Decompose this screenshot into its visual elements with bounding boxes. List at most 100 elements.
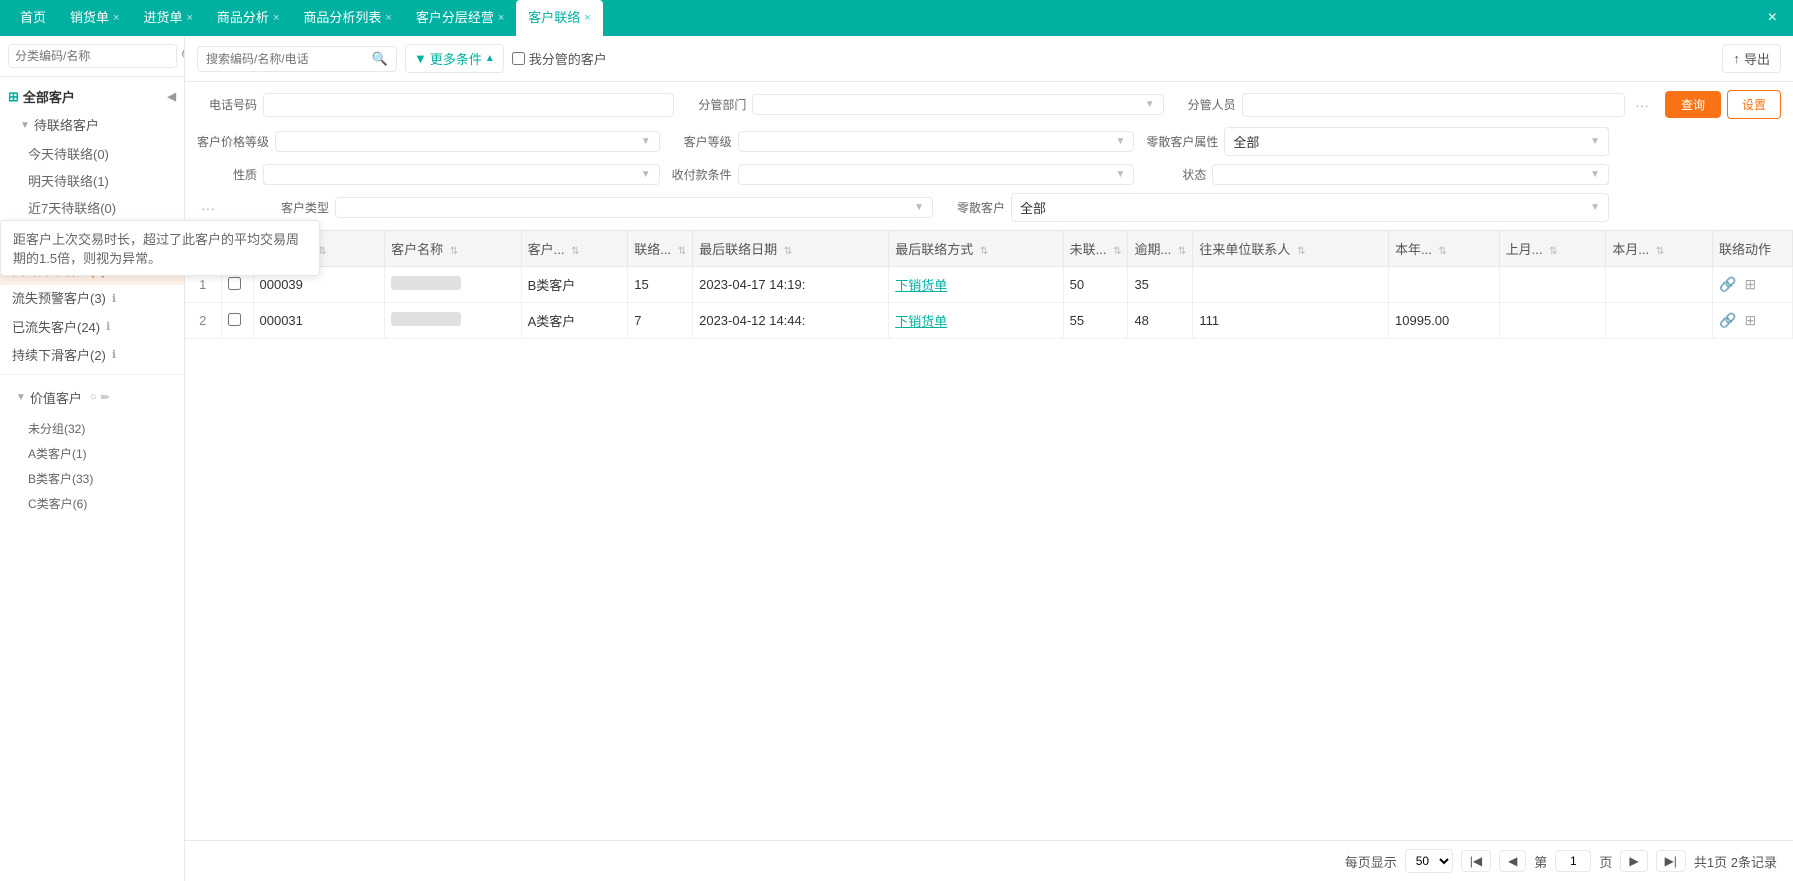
name-col-header: 客户名称 ⇅ bbox=[385, 231, 521, 267]
retail-customer-label: 零散客户 bbox=[945, 199, 1005, 216]
sidebar-item-tomorrow[interactable]: 明天待联络(1) bbox=[0, 167, 184, 194]
contact-count-sort-icon[interactable]: ⇅ bbox=[678, 246, 686, 257]
person-label: 分管人员 bbox=[1176, 96, 1236, 113]
dept-select[interactable]: ▼ bbox=[752, 94, 1163, 115]
overdue-sort-icon[interactable]: ⇅ bbox=[1178, 246, 1186, 257]
per-page-select[interactable]: 50 bbox=[1405, 849, 1453, 873]
nav-item-customer-contact[interactable]: 客户联络 × bbox=[516, 0, 602, 36]
retail-attr-select[interactable]: 全部 ▼ bbox=[1224, 127, 1609, 156]
sidebar-item-class-b[interactable]: B类客户(33) bbox=[0, 466, 184, 491]
filter-icon: ▼ bbox=[414, 51, 427, 66]
sidebar-item-class-c[interactable]: C类客户(6) bbox=[0, 491, 184, 516]
row1-action-icons: 🔗 ⊞ bbox=[1719, 276, 1786, 293]
sidebar-item-declining[interactable]: 持续下滑客户(2) ℹ bbox=[0, 342, 184, 370]
first-page-button[interactable]: |◀ bbox=[1461, 850, 1491, 872]
this-month-sort-icon[interactable]: ⇅ bbox=[1656, 246, 1664, 257]
search-input[interactable] bbox=[206, 52, 368, 66]
nav-customer-contact-close[interactable]: × bbox=[584, 0, 590, 36]
last-page-button[interactable]: ▶| bbox=[1656, 850, 1686, 872]
this-year-sort-icon[interactable]: ⇅ bbox=[1439, 246, 1447, 257]
query-button[interactable]: 查询 bbox=[1665, 91, 1721, 118]
row1-grid-icon[interactable]: ⊞ bbox=[1744, 276, 1756, 293]
sidebar-item-pending-contact[interactable]: ▼ 待联络客户 bbox=[0, 112, 184, 140]
contact-person-col-header: 往来单位联系人 ⇅ bbox=[1193, 231, 1389, 267]
customer-type-select[interactable]: ▼ bbox=[335, 197, 933, 218]
nav-customer-tier-close[interactable]: × bbox=[498, 0, 504, 36]
nav-item-purchase[interactable]: 进货单 × bbox=[131, 0, 204, 36]
sidebar-item-churn-warning[interactable]: 流失预警客户(3) ℹ bbox=[0, 285, 184, 313]
payment-arrow: ▼ bbox=[1115, 169, 1125, 180]
settings-button[interactable]: 设置 bbox=[1727, 90, 1781, 119]
phone-input[interactable] bbox=[263, 93, 674, 117]
sidebar-search-input[interactable] bbox=[8, 44, 177, 68]
next-page-button[interactable]: ▶ bbox=[1620, 850, 1647, 872]
sidebar-item-7days[interactable]: 近7天待联络(0) bbox=[0, 194, 184, 221]
extra-dots-field: ··· bbox=[197, 200, 257, 216]
row2-last-date: 2023-04-12 14:44: bbox=[693, 303, 889, 339]
contact-person-sort-icon[interactable]: ⇅ bbox=[1297, 246, 1305, 257]
search-icon[interactable]: 🔍 bbox=[372, 51, 388, 67]
window-close-button[interactable]: × bbox=[1760, 9, 1785, 27]
tomorrow-label: 明天待联络(1) bbox=[28, 174, 109, 189]
row2-last-method-link[interactable]: 下销货单 bbox=[895, 314, 947, 329]
nav-sales-close[interactable]: × bbox=[113, 0, 119, 36]
status-select[interactable]: ▼ bbox=[1212, 164, 1609, 185]
sidebar-item-churned[interactable]: 已流失客户(24) ℹ bbox=[0, 314, 184, 342]
customer-grade-select[interactable]: ▼ bbox=[738, 131, 1135, 152]
value-group-header[interactable]: ▼ 价值客户 ○ ✏ bbox=[12, 383, 176, 412]
nature-label: 性质 bbox=[197, 166, 257, 183]
row2-last-month bbox=[1499, 303, 1606, 339]
nav-product-analysis-close[interactable]: × bbox=[273, 0, 279, 36]
row1-select-checkbox[interactable] bbox=[228, 277, 241, 290]
extra-dots[interactable]: ··· bbox=[197, 200, 219, 216]
last-date-sort-icon[interactable]: ⇅ bbox=[784, 246, 792, 257]
row2-grid-icon[interactable]: ⊞ bbox=[1744, 312, 1756, 329]
dept-field: 分管部门 ▼ bbox=[686, 94, 1163, 115]
nature-select[interactable]: ▼ bbox=[263, 164, 660, 185]
retail-customer-select[interactable]: 全部 ▼ bbox=[1011, 193, 1609, 222]
nav-item-customer-tier[interactable]: 客户分层经营 × bbox=[404, 0, 516, 36]
sidebar-collapse-icon[interactable]: ◀ bbox=[168, 90, 176, 103]
action-col-header: 联络动作 bbox=[1713, 231, 1793, 267]
more-conditions-btn[interactable]: ▼ 更多条件 ▲ bbox=[405, 44, 504, 73]
export-button[interactable]: ↑ 导出 bbox=[1722, 44, 1781, 73]
contact-count-col-label: 联络... bbox=[634, 242, 671, 257]
no-contact-sort-icon[interactable]: ⇅ bbox=[1113, 246, 1121, 257]
price-grade-arrow: ▼ bbox=[641, 136, 651, 147]
name-sort-icon[interactable]: ⇅ bbox=[450, 246, 458, 257]
my-customers-checkbox-label[interactable]: 我分管的客户 bbox=[512, 49, 607, 68]
row1-this-month bbox=[1606, 267, 1713, 303]
table-footer: 每页显示 50 |◀ ◀ 第 页 ▶ ▶| 共1页 2条记录 bbox=[185, 840, 1793, 881]
all-customers-label: 全部客户 bbox=[23, 87, 75, 106]
type-sort-icon[interactable]: ⇅ bbox=[571, 246, 579, 257]
row2-contact-person: 111 bbox=[1193, 303, 1389, 339]
price-grade-select[interactable]: ▼ bbox=[275, 131, 660, 152]
edit-icon[interactable]: ○ bbox=[90, 391, 97, 403]
sidebar-item-ungrouped[interactable]: 未分组(32) bbox=[0, 416, 184, 441]
last-month-sort-icon[interactable]: ⇅ bbox=[1549, 246, 1557, 257]
row1-link-icon[interactable]: 🔗 bbox=[1719, 276, 1736, 293]
nav-purchase-close[interactable]: × bbox=[186, 0, 192, 36]
all-customers-header[interactable]: ⊞ 全部客户 ◀ bbox=[0, 81, 184, 112]
last-method-sort-icon[interactable]: ⇅ bbox=[980, 246, 988, 257]
row2-select-checkbox[interactable] bbox=[228, 313, 241, 326]
sidebar-item-today[interactable]: 今天待联络(0) bbox=[0, 140, 184, 167]
nav-product-list-close[interactable]: × bbox=[385, 0, 391, 36]
person-dots[interactable]: ··· bbox=[1631, 97, 1653, 113]
sidebar-divider-2 bbox=[0, 374, 184, 375]
nav-item-product-list[interactable]: 商品分析列表 × bbox=[291, 0, 403, 36]
payment-select[interactable]: ▼ bbox=[738, 164, 1135, 185]
status-label: 状态 bbox=[1146, 166, 1206, 183]
nav-item-home[interactable]: 首页 bbox=[8, 0, 58, 36]
prev-page-button[interactable]: ◀ bbox=[1499, 850, 1526, 872]
edit-pen-icon[interactable]: ✏ bbox=[101, 391, 110, 404]
row1-last-method-link[interactable]: 下销货单 bbox=[895, 278, 947, 293]
filter-row-4: ··· 客户类型 ▼ 零散客户 全部 ▼ bbox=[197, 193, 1781, 222]
person-input[interactable] bbox=[1242, 93, 1625, 117]
row2-link-icon[interactable]: 🔗 bbox=[1719, 312, 1736, 329]
page-number-input[interactable] bbox=[1555, 850, 1591, 872]
nav-item-sales[interactable]: 销货单 × bbox=[58, 0, 131, 36]
nav-item-product-analysis[interactable]: 商品分析 × bbox=[205, 0, 291, 36]
sidebar-item-class-a[interactable]: A类客户(1) bbox=[0, 441, 184, 466]
my-customers-checkbox[interactable] bbox=[512, 52, 525, 65]
